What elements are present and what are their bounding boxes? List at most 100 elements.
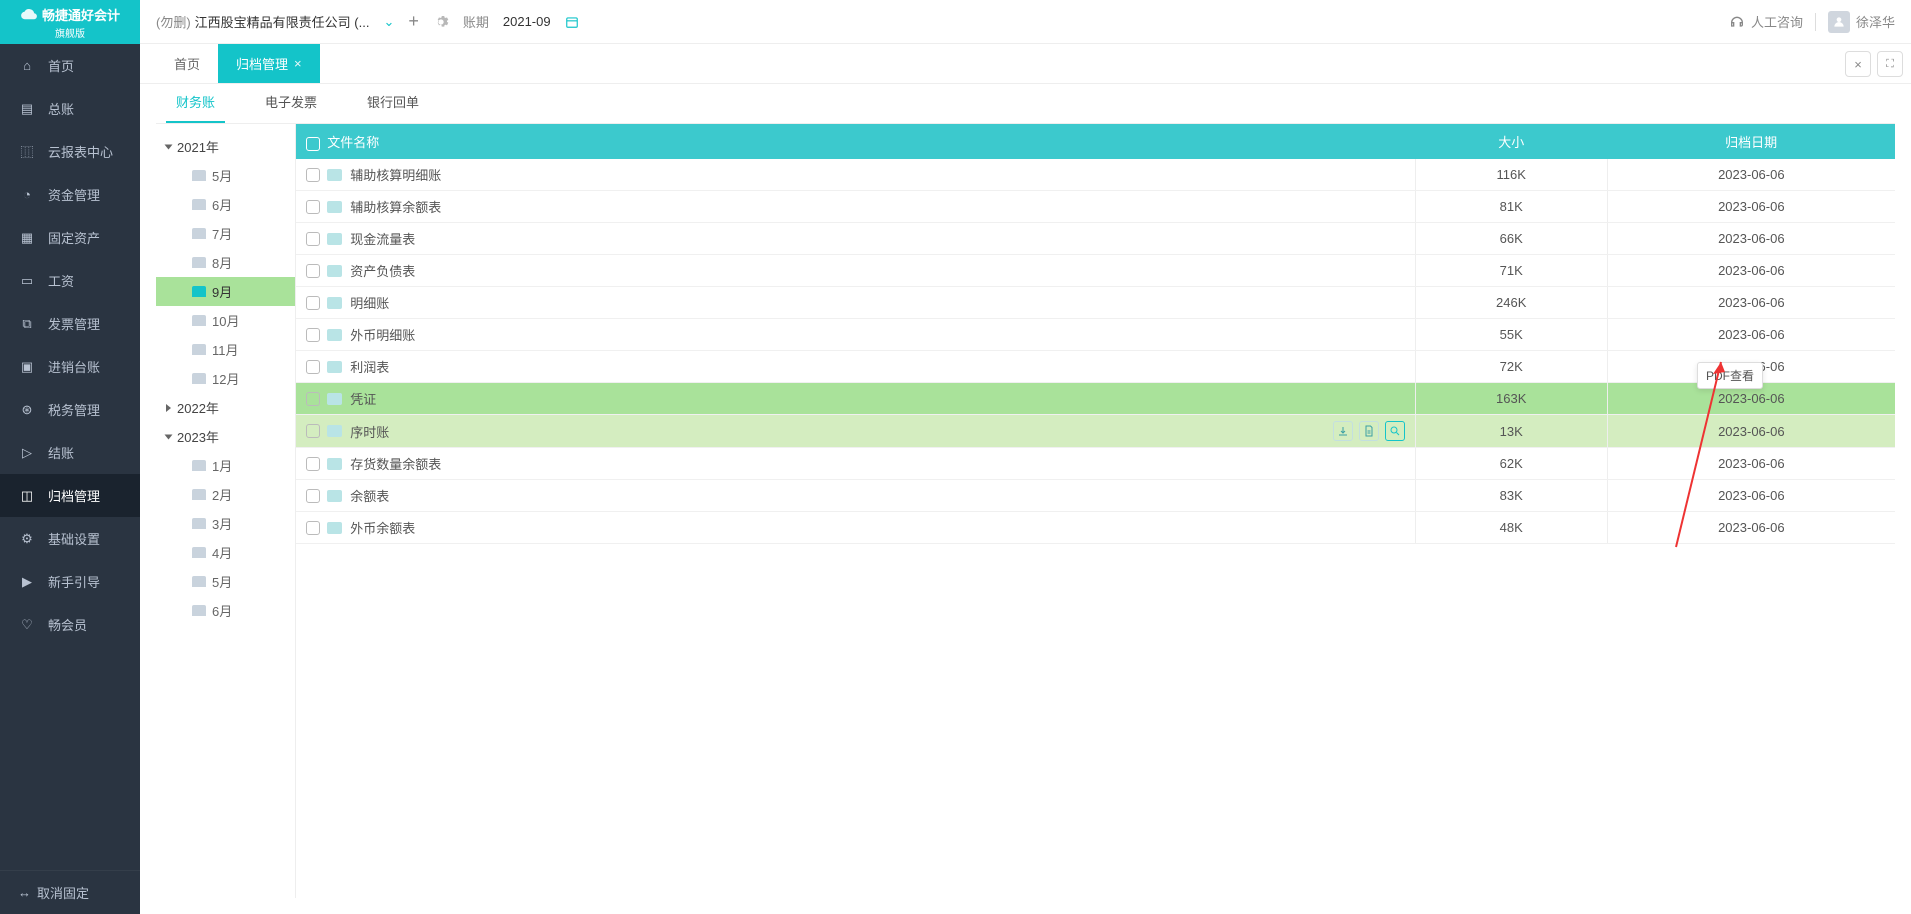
archive-date: 2023-06-06 [1607,255,1895,287]
row-checkbox[interactable] [306,424,320,438]
row-checkbox[interactable] [306,457,320,471]
calendar-icon [565,15,579,29]
topbar: (勿删)江西股宝精品有限责任公司 (... ⌄ + 账期 2021-09 人工咨… [140,0,1911,44]
table-row[interactable]: 利润表72K2023-06-06 [296,351,1895,383]
unpin-button[interactable]: ↔ 取消固定 [0,870,140,914]
tree-month[interactable]: 6月 [156,190,295,219]
company-selector[interactable]: (勿删)江西股宝精品有限责任公司 (... [156,12,369,31]
file-name: 凭证 [350,389,376,408]
row-checkbox[interactable] [306,521,320,535]
row-checkbox[interactable] [306,328,320,342]
subtab-finance[interactable]: 财务账 [166,82,225,123]
sidebar-item-report[interactable]: ⿲云报表中心 [0,130,140,173]
file-name: 现金流量表 [350,229,415,248]
company-setting-button[interactable] [433,14,449,30]
sidebar-item-guide[interactable]: ▶新手引导 [0,560,140,603]
sidebar-item-purchase[interactable]: ▣进销台账 [0,345,140,388]
row-checkbox[interactable] [306,168,320,182]
archive-date: 2023-06-06 [1607,415,1895,448]
tree-month[interactable]: 5月 [156,161,295,190]
tree-month[interactable]: 7月 [156,219,295,248]
file-icon [327,393,342,405]
table-row[interactable]: 辅助核算余额表81K2023-06-06 [296,191,1895,223]
subtab-einvoice[interactable]: 电子发票 [255,82,327,123]
folder-icon [192,344,206,355]
row-checkbox[interactable] [306,264,320,278]
folder-tree: 2021年5月6月7月8月9月10月11月12月2022年2023年1月2月3月… [156,124,296,898]
table-row[interactable]: 凭证163K2023-06-06 [296,383,1895,415]
tree-month[interactable]: 1月 [156,451,295,480]
tree-month[interactable]: 6月 [156,596,295,625]
username[interactable]: 徐泽华 [1856,12,1895,31]
tree-month[interactable]: 2月 [156,480,295,509]
table-row[interactable]: 资产负债表71K2023-06-06 [296,255,1895,287]
sidebar-item-invoice[interactable]: ⧉发票管理 [0,302,140,345]
view-icon[interactable] [1385,421,1405,441]
sidebar-item-tax[interactable]: ⊛税务管理 [0,388,140,431]
row-checkbox[interactable] [306,392,320,406]
folder-icon [192,257,206,268]
table-row[interactable]: 余额表83K2023-06-06 [296,480,1895,512]
file-name: 资产负债表 [350,261,415,280]
consult-link[interactable]: 人工咨询 [1751,12,1803,31]
company-dropdown[interactable]: ⌄ [383,14,394,30]
sidebar-item-home[interactable]: ⌂首页 [0,44,140,87]
table-row[interactable]: 存货数量余额表62K2023-06-06 [296,448,1895,480]
row-checkbox[interactable] [306,296,320,310]
row-checkbox[interactable] [306,360,320,374]
calendar-button[interactable] [565,15,579,29]
table-row[interactable]: 明细账246K2023-06-06 [296,287,1895,319]
table-row[interactable]: 外币余额表48K2023-06-06 [296,512,1895,544]
month-label: 4月 [212,543,232,562]
close-tab-button[interactable]: × [294,56,302,71]
period-value[interactable]: 2021-09 [503,14,551,29]
sidebar-item-salary[interactable]: ▭工资 [0,259,140,302]
header-checkbox[interactable] [306,137,320,151]
sidebar-item-label: 资金管理 [48,185,100,204]
table-row[interactable]: 现金流量表66K2023-06-06 [296,223,1895,255]
tree-month[interactable]: 8月 [156,248,295,277]
download-icon[interactable] [1333,421,1353,441]
table-row[interactable]: 辅助核算明细账116K2023-06-06 [296,159,1895,191]
salary-icon: ▭ [18,272,36,290]
fullscreen-button[interactable]: ⛶ [1877,51,1903,77]
row-checkbox[interactable] [306,200,320,214]
sidebar-item-label: 进销台账 [48,357,100,376]
tab-archive[interactable]: 归档管理 × [218,44,320,83]
tree-month[interactable]: 11月 [156,335,295,364]
row-checkbox[interactable] [306,489,320,503]
tree-month[interactable]: 3月 [156,509,295,538]
table-row[interactable]: 序时账13K2023-06-06 [296,415,1895,448]
tree-year[interactable]: 2023年 [156,422,295,451]
tree-month[interactable]: 10月 [156,306,295,335]
tree-month[interactable]: 9月 [156,277,295,306]
sidebar-item-archive[interactable]: ◫归档管理 [0,474,140,517]
close-all-tabs-button[interactable]: × [1845,51,1871,77]
tree-year[interactable]: 2022年 [156,393,295,422]
tree-month[interactable]: 4月 [156,538,295,567]
report-icon: ⿲ [18,143,36,161]
tab-home[interactable]: 首页 [156,44,218,83]
add-company-button[interactable]: + [408,11,419,32]
file-icon [327,522,342,534]
row-checkbox[interactable] [306,232,320,246]
month-label: 1月 [212,456,232,475]
pdf-icon[interactable] [1359,421,1379,441]
tab-archive-label: 归档管理 [236,54,288,73]
tree-month[interactable]: 5月 [156,567,295,596]
sidebar-item-member[interactable]: ♡畅会员 [0,603,140,646]
sidebar-item-close[interactable]: ▷结账 [0,431,140,474]
sidebar-item-fund[interactable]: ◔资金管理 [0,173,140,216]
sidebar-item-asset[interactable]: ▦固定资产 [0,216,140,259]
tree-month[interactable]: 12月 [156,364,295,393]
caret-icon [165,144,173,149]
file-size: 116K [1415,159,1607,191]
avatar[interactable] [1828,11,1850,33]
subtab-bankslip[interactable]: 银行回单 [357,82,429,123]
table-row[interactable]: 外币明细账55K2023-06-06 [296,319,1895,351]
tree-year[interactable]: 2021年 [156,132,295,161]
caret-icon [165,434,173,439]
sidebar-item-ledger[interactable]: ▤总账 [0,87,140,130]
folder-icon [192,547,206,558]
sidebar-item-setting[interactable]: ⚙基础设置 [0,517,140,560]
